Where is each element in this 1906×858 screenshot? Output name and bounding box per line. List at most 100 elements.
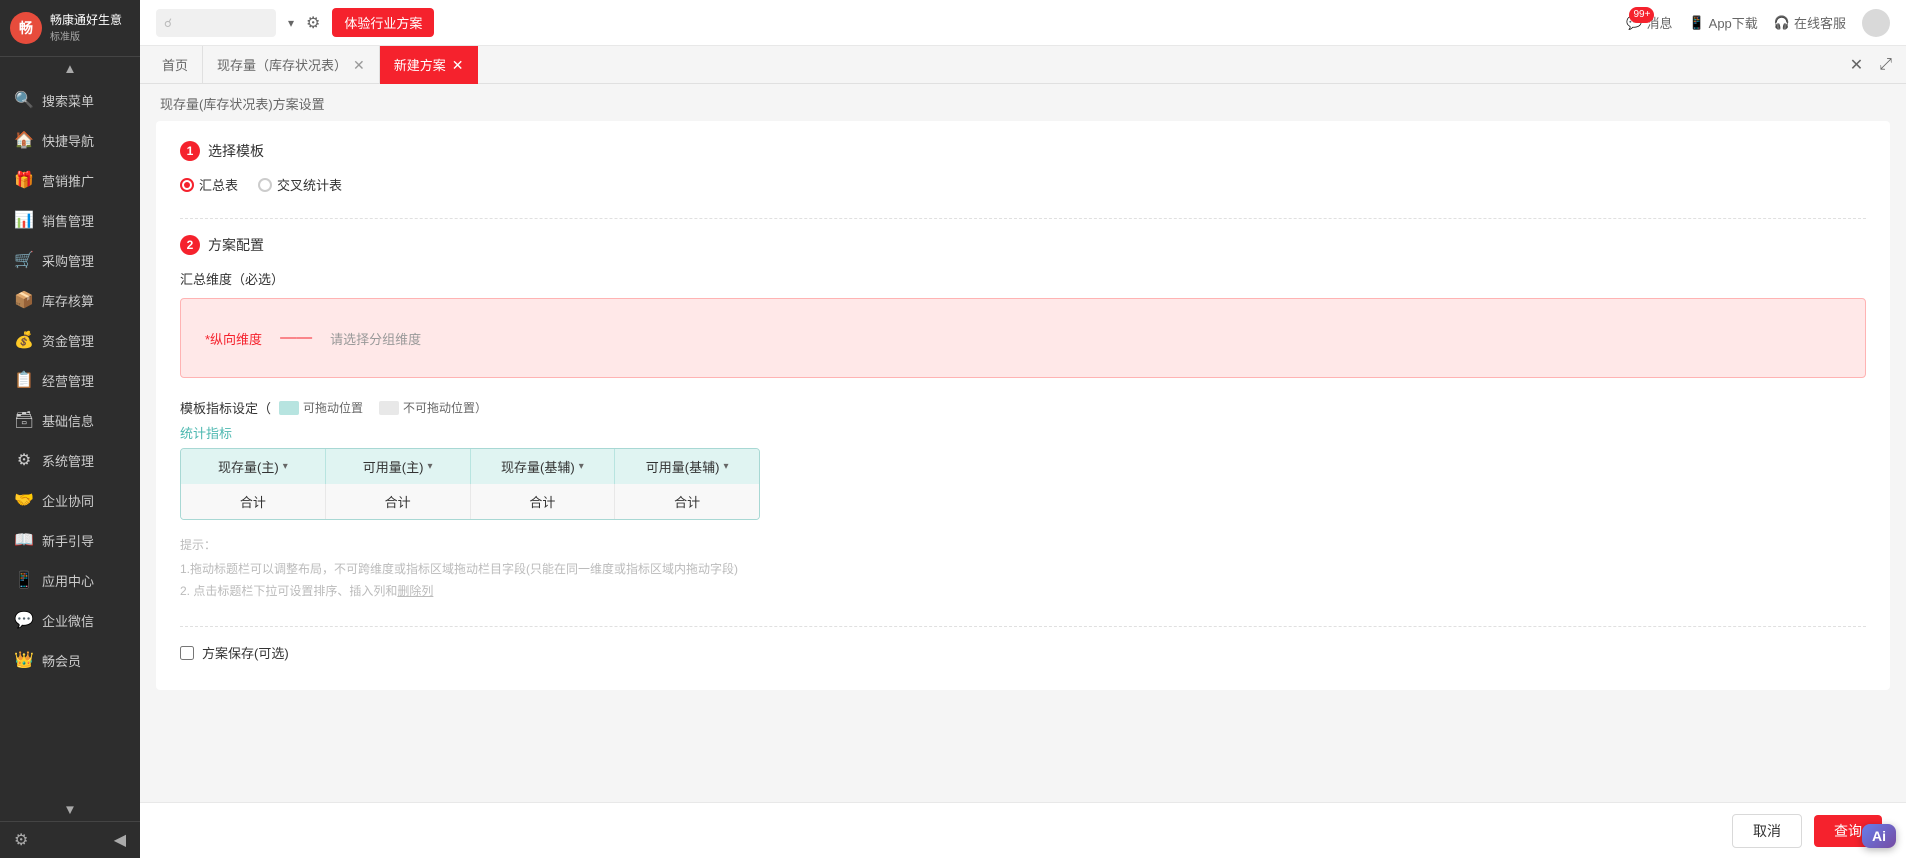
tab-new-plan[interactable]: 新建方案 ✕ bbox=[380, 46, 478, 84]
sidebar-item-search-menu[interactable]: 🔍 搜索菜单 bbox=[0, 80, 140, 120]
step-divider bbox=[180, 218, 1866, 219]
inventory-icon: 📦 bbox=[14, 290, 34, 310]
marketing-icon: 🎁 bbox=[14, 170, 34, 190]
sidebar-item-inventory[interactable]: 📦 库存核算 bbox=[0, 280, 140, 320]
indicators-section: 模板指标设定（ 可拖动位置 不可拖动位置） 统计指标 bbox=[180, 398, 1866, 520]
tab-inventory-close[interactable]: ✕ bbox=[353, 58, 365, 72]
online-service-label: 在线客服 bbox=[1794, 13, 1846, 32]
tab-new-close[interactable]: ✕ bbox=[452, 58, 464, 72]
legend-drag: 可拖动位置 bbox=[279, 399, 363, 416]
sidebar-item-purchase[interactable]: 🛒 采购管理 bbox=[0, 240, 140, 280]
sidebar-scroll-up[interactable]: ▲ bbox=[0, 57, 140, 80]
member-icon: 👑 bbox=[14, 650, 34, 670]
legend-nodrag: 不可拖动位置） bbox=[379, 399, 487, 416]
app-logo-icon: 畅 bbox=[10, 12, 42, 44]
stats-body-col2: 合计 bbox=[326, 484, 471, 519]
message-icon: 💬 99+ bbox=[1626, 15, 1642, 31]
tips-delete-link[interactable]: 删除列 bbox=[397, 584, 433, 598]
sidebar-item-app-center[interactable]: 📱 应用中心 bbox=[0, 560, 140, 600]
app-download-link[interactable]: 📱 App下载 bbox=[1688, 13, 1757, 32]
message-center[interactable]: 💬 99+ 消息 bbox=[1626, 13, 1672, 32]
sales-icon: 📊 bbox=[14, 210, 34, 230]
basic-info-icon: 🗃 bbox=[14, 410, 34, 430]
sidebar-item-label: 畅会员 bbox=[42, 651, 81, 670]
sidebar-item-wechat[interactable]: 💬 企业微信 bbox=[0, 600, 140, 640]
sidebar-item-quick-nav[interactable]: 🏠 快捷导航 bbox=[0, 120, 140, 160]
wechat-icon: 💬 bbox=[14, 610, 34, 630]
sidebar-item-member[interactable]: 👑 畅会员 bbox=[0, 640, 140, 680]
page-title: 现存量(库存状况表)方案设置 bbox=[140, 84, 1906, 121]
cancel-button[interactable]: 取消 bbox=[1732, 814, 1802, 848]
header-right: 💬 99+ 消息 📱 App下载 🎧 在线客服 bbox=[1626, 9, 1890, 37]
header-left: ☌ ▾ ⚙ 体验行业方案 bbox=[156, 8, 434, 37]
sidebar-item-label: 企业协同 bbox=[42, 491, 94, 510]
online-service-link[interactable]: 🎧 在线客服 bbox=[1774, 13, 1846, 32]
operations-icon: 📋 bbox=[14, 370, 34, 390]
radio-summary-label: 汇总表 bbox=[199, 175, 238, 194]
sidebar-item-label: 基础信息 bbox=[42, 411, 94, 430]
sidebar-item-basic-info[interactable]: 🗃 基础信息 bbox=[0, 400, 140, 440]
sidebar-item-finance[interactable]: 💰 资金管理 bbox=[0, 320, 140, 360]
sidebar-item-label: 企业微信 bbox=[42, 611, 94, 630]
tab-home[interactable]: 首页 bbox=[148, 46, 203, 84]
sidebar-item-cooperation[interactable]: 🤝 企业协同 bbox=[0, 480, 140, 520]
indicators-label: 模板指标设定（ 可拖动位置 不可拖动位置） bbox=[180, 398, 1866, 417]
header-search-box[interactable]: ☌ bbox=[156, 9, 276, 37]
sidebar-collapse-button[interactable]: ◀ bbox=[114, 830, 126, 850]
stats-header-col2[interactable]: 可用量(主) ▾ bbox=[326, 449, 471, 484]
chevron-col2: ▾ bbox=[427, 461, 432, 472]
stats-header-col4[interactable]: 可用量(基辅) ▾ bbox=[615, 449, 759, 484]
dimension-label: 汇总维度（必选） bbox=[180, 269, 1866, 288]
radio-summary[interactable]: 汇总表 bbox=[180, 175, 238, 194]
stats-body-row: 合计 合计 合计 合计 bbox=[181, 484, 759, 519]
chevron-col3: ▾ bbox=[579, 461, 584, 472]
stats-table: 现存量(主) ▾ 可用量(主) ▾ 现存量(基辅) ▾ bbox=[180, 448, 760, 520]
panel-expand-button[interactable]: ⤢ bbox=[1873, 53, 1898, 77]
sidebar-scroll-down[interactable]: ▼ bbox=[0, 798, 140, 821]
legend-drag-label: 可拖动位置 bbox=[303, 399, 363, 416]
sidebar-item-operations[interactable]: 📋 经营管理 bbox=[0, 360, 140, 400]
step1-num: 1 bbox=[180, 141, 200, 161]
sidebar-item-system[interactable]: ⚙ 系统管理 bbox=[0, 440, 140, 480]
sidebar-item-marketing[interactable]: 🎁 营销推广 bbox=[0, 160, 140, 200]
tab-inventory-status[interactable]: 现存量（库存状况表） ✕ bbox=[203, 46, 380, 84]
stats-table-label: 统计指标 bbox=[180, 423, 1866, 442]
step2-section: 2 方案配置 汇总维度（必选） *纵向维度 —— 请选择分组维度 模板指标设定（ bbox=[180, 235, 1866, 602]
legend: 可拖动位置 不可拖动位置） bbox=[279, 399, 487, 416]
ai-float-button[interactable]: Ai bbox=[1862, 824, 1896, 848]
sidebar-item-label: 库存核算 bbox=[42, 291, 94, 310]
sidebar-item-newbie[interactable]: 📖 新手引导 bbox=[0, 520, 140, 560]
radio-cross-label: 交叉统计表 bbox=[277, 175, 342, 194]
sidebar-item-sales[interactable]: 📊 销售管理 bbox=[0, 200, 140, 240]
save-label: 方案保存(可选) bbox=[202, 643, 289, 662]
stats-header-row: 现存量(主) ▾ 可用量(主) ▾ 现存量(基辅) ▾ bbox=[181, 449, 759, 484]
stats-body-col3: 合计 bbox=[471, 484, 616, 519]
radio-cross-circle bbox=[258, 178, 272, 192]
sidebar-settings-button[interactable]: ⚙ bbox=[14, 830, 28, 850]
sidebar-bottom: ⚙ ◀ bbox=[0, 821, 140, 858]
user-avatar[interactable] bbox=[1862, 9, 1890, 37]
top-header: ☌ ▾ ⚙ 体验行业方案 💬 99+ 消息 📱 App下载 🎧 在线客服 bbox=[140, 0, 1906, 46]
radio-cross[interactable]: 交叉统计表 bbox=[258, 175, 342, 194]
sidebar-item-label: 系统管理 bbox=[42, 451, 94, 470]
header-dropdown-button[interactable]: ▾ bbox=[288, 16, 294, 30]
system-icon: ⚙ bbox=[14, 450, 34, 470]
step2-title: 方案配置 bbox=[208, 235, 264, 255]
step2-header: 2 方案配置 bbox=[180, 235, 1866, 255]
legend-nodrag-label: 不可拖动位置） bbox=[403, 399, 487, 416]
tips-line2: 2. 点击标题栏下拉可设置排序、插入列和删除列 bbox=[180, 581, 1866, 603]
chevron-col4: ▾ bbox=[723, 461, 728, 472]
tab-panel-controls: ✕ ⤢ bbox=[1844, 53, 1898, 77]
app-center-icon: 📱 bbox=[14, 570, 34, 590]
config-panel: 1 选择模板 汇总表 交叉统计表 2 bbox=[156, 121, 1890, 690]
step1-section: 1 选择模板 汇总表 交叉统计表 bbox=[180, 141, 1866, 194]
header-gear-button[interactable]: ⚙ bbox=[306, 13, 320, 33]
sidebar-item-label: 新手引导 bbox=[42, 531, 94, 550]
stats-header-col1[interactable]: 现存量(主) ▾ bbox=[181, 449, 326, 484]
sidebar: 畅 畅康通好生意 标准版 ▲ 🔍 搜索菜单 🏠 快捷导航 🎁 营销推广 📊 销售… bbox=[0, 0, 140, 858]
industry-plan-button[interactable]: 体验行业方案 bbox=[332, 8, 434, 37]
panel-close-button[interactable]: ✕ bbox=[1844, 53, 1869, 77]
stats-header-col3[interactable]: 现存量(基辅) ▾ bbox=[471, 449, 616, 484]
sidebar-nav: 🔍 搜索菜单 🏠 快捷导航 🎁 营销推广 📊 销售管理 🛒 采购管理 📦 库存核… bbox=[0, 80, 140, 798]
save-checkbox[interactable] bbox=[180, 646, 194, 660]
